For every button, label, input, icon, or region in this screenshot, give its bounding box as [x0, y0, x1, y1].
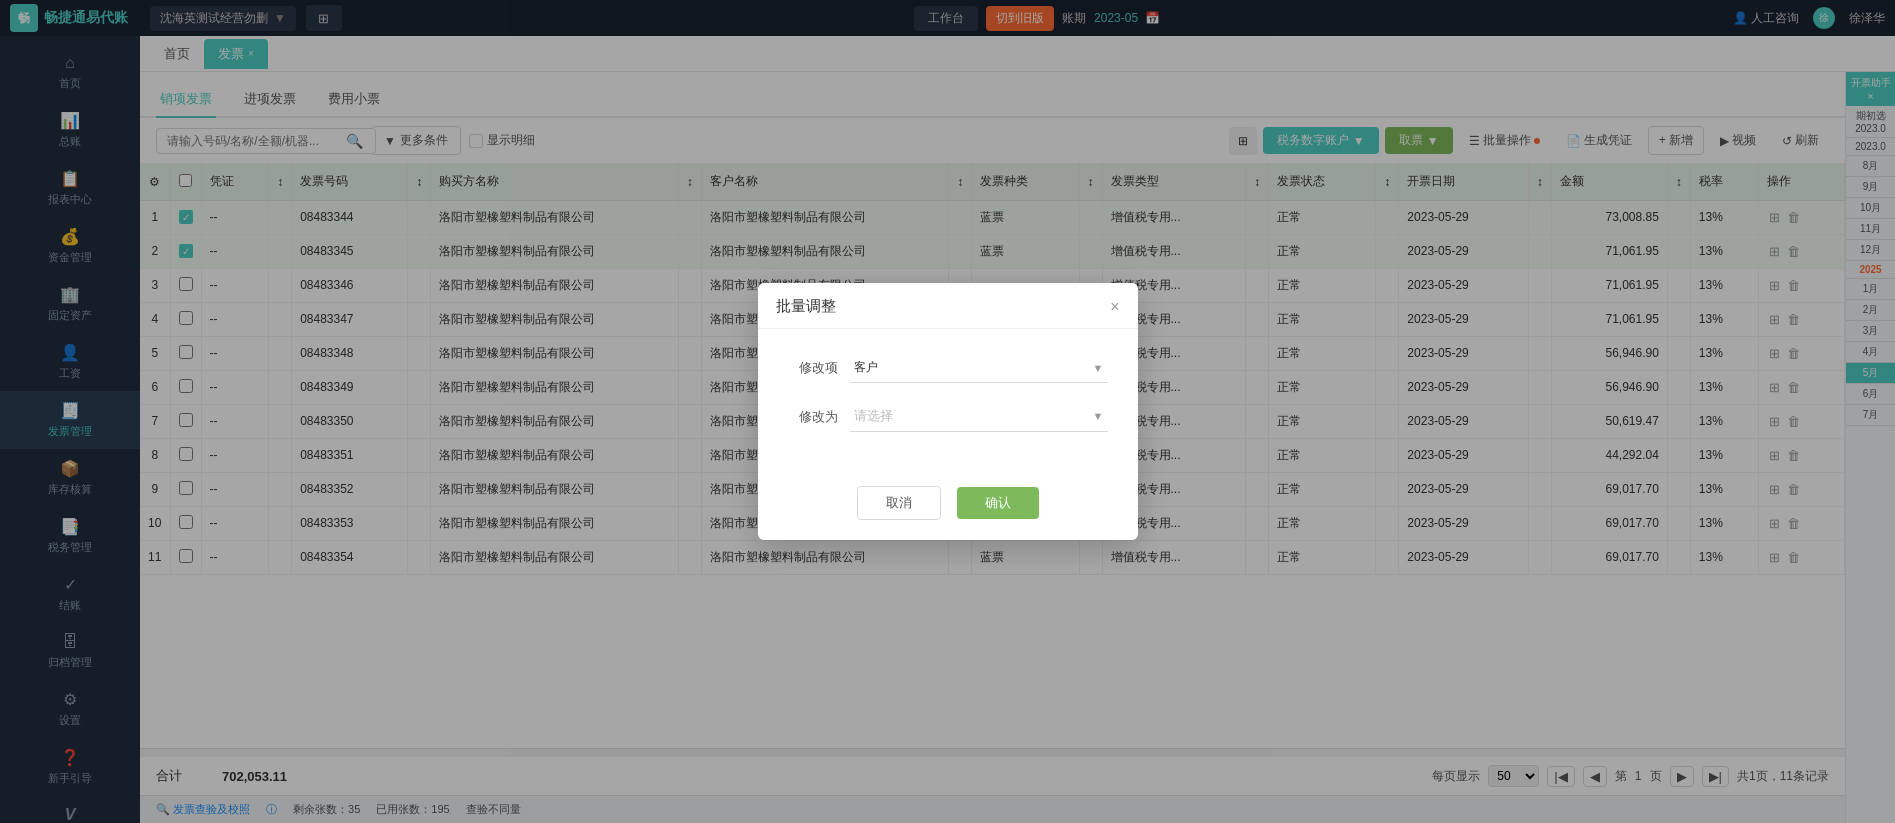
batch-adjust-dialog: 批量调整 × 修改项 客户 ▼ 修改为 请选择 ▼ 取消 确认 [758, 283, 1138, 540]
change-select[interactable]: 请选择 ▼ [850, 401, 1108, 432]
confirm-button[interactable]: 确认 [957, 487, 1039, 519]
dialog-header: 批量调整 × [758, 283, 1138, 329]
change-placeholder: 请选择 [854, 407, 893, 425]
field-value: 客户 [854, 359, 878, 376]
dialog-body: 修改项 客户 ▼ 修改为 请选择 ▼ [758, 329, 1138, 474]
field-label: 修改项 [788, 359, 838, 377]
dialog-overlay[interactable]: 批量调整 × 修改项 客户 ▼ 修改为 请选择 ▼ 取消 确认 [0, 0, 1895, 823]
cancel-button[interactable]: 取消 [857, 486, 941, 520]
field-select-arrow: ▼ [1093, 362, 1104, 374]
change-row: 修改为 请选择 ▼ [788, 401, 1108, 432]
field-row: 修改项 客户 ▼ [788, 353, 1108, 383]
field-select[interactable]: 客户 ▼ [850, 353, 1108, 383]
change-select-arrow: ▼ [1093, 410, 1104, 422]
dialog-title: 批量调整 [776, 297, 836, 316]
dialog-close-button[interactable]: × [1110, 298, 1119, 316]
dialog-footer: 取消 确认 [758, 474, 1138, 540]
change-label: 修改为 [788, 408, 838, 426]
